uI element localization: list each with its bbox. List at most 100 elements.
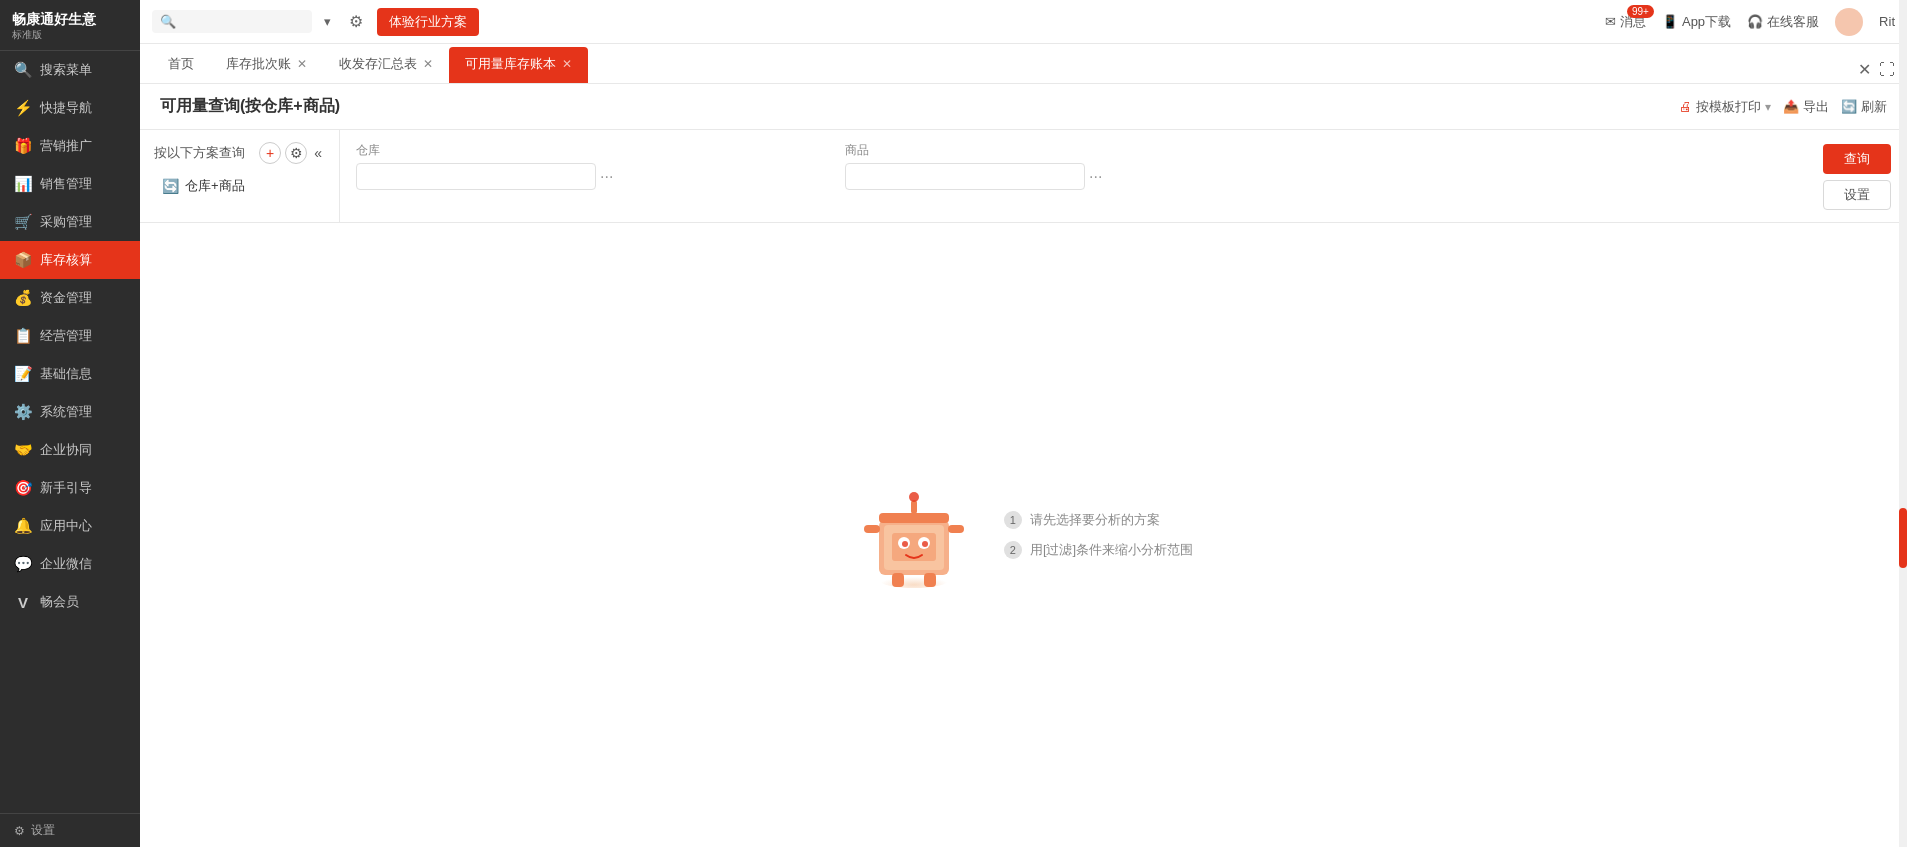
sidebar-item-sales[interactable]: 📊 销售管理 bbox=[0, 165, 140, 203]
sidebar-item-marketing[interactable]: 🎁 营销推广 bbox=[0, 127, 140, 165]
filter-scheme-header: 按以下方案查询 + ⚙ « bbox=[154, 142, 325, 164]
warehouse-input[interactable] bbox=[356, 163, 596, 190]
page-title-bar: 可用量查询(按仓库+商品) 🖨 按模板打印 ▾ 📤 导出 🔄 刷新 bbox=[140, 84, 1907, 130]
header-gear-btn[interactable]: ⚙ bbox=[343, 10, 369, 33]
page-content: 可用量查询(按仓库+商品) 🖨 按模板打印 ▾ 📤 导出 🔄 刷新 bbox=[140, 84, 1907, 847]
sidebar-item-quick-nav[interactable]: ⚡ 快捷导航 bbox=[0, 89, 140, 127]
filter-right-btns: 查询 设置 bbox=[1823, 142, 1891, 210]
export-icon: 📤 bbox=[1783, 99, 1799, 114]
sidebar-item-operation[interactable]: 📋 经营管理 bbox=[0, 317, 140, 355]
goods-filter-field: 商品 ··· bbox=[845, 142, 1318, 190]
svg-rect-3 bbox=[892, 533, 936, 561]
online-service-btn[interactable]: 🎧 在线客服 bbox=[1747, 13, 1819, 31]
sidebar-item-label: 营销推广 bbox=[40, 137, 92, 155]
sidebar-item-basic[interactable]: 📝 基础信息 bbox=[0, 355, 140, 393]
warehouse-more-btn[interactable]: ··· bbox=[600, 168, 613, 186]
goods-more-btn[interactable]: ··· bbox=[1089, 168, 1102, 186]
refresh-btn[interactable]: 🔄 刷新 bbox=[1841, 98, 1887, 116]
settings-config-btn[interactable]: 设置 bbox=[1823, 180, 1891, 210]
sidebar-item-label: 快捷导航 bbox=[40, 99, 92, 117]
empty-tip-2: 2 用[过滤]条件来缩小分析范围 bbox=[1004, 541, 1193, 559]
tab-bar: 首页 库存批次账 ✕ 收发存汇总表 ✕ 可用量库存账本 ✕ ✕ ⛶ bbox=[140, 44, 1907, 84]
right-scrollbar[interactable] bbox=[1899, 0, 1907, 847]
filter-fields-area: 仓库 ··· 商品 ··· 查询 bbox=[340, 130, 1907, 222]
page-title-actions: 🖨 按模板打印 ▾ 📤 导出 🔄 刷新 bbox=[1679, 98, 1887, 116]
empty-tip-1: 1 请先选择要分析的方案 bbox=[1004, 511, 1193, 529]
print-icon: 🖨 bbox=[1679, 99, 1692, 114]
message-badge: 99+ bbox=[1627, 5, 1654, 18]
sidebar: 畅康通好生意 标准版 🔍 搜索菜单 ⚡ 快捷导航 🎁 营销推广 📊 销售管理 🛒… bbox=[0, 0, 140, 847]
service-label: 在线客服 bbox=[1767, 13, 1819, 31]
sidebar-bottom-label: 设置 bbox=[31, 822, 55, 839]
tab-close-batch[interactable]: ✕ bbox=[297, 57, 307, 71]
tab-stock-summary[interactable]: 收发存汇总表 ✕ bbox=[323, 47, 449, 83]
add-scheme-btn[interactable]: + bbox=[259, 142, 281, 164]
close-tab-btn[interactable]: ✕ bbox=[1858, 60, 1871, 79]
print-dropdown-icon[interactable]: ▾ bbox=[1765, 100, 1771, 114]
vip-icon: V bbox=[14, 594, 32, 611]
tab-bar-right: ✕ ⛶ bbox=[1858, 60, 1895, 83]
scheme-settings-btn[interactable]: ⚙ bbox=[285, 142, 307, 164]
tab-close-available-stock[interactable]: ✕ bbox=[562, 57, 572, 71]
refresh-icon: 🔄 bbox=[1841, 99, 1857, 114]
industry-btn[interactable]: 体验行业方案 bbox=[377, 8, 479, 36]
sidebar-item-apps[interactable]: 🔔 应用中心 bbox=[0, 507, 140, 545]
app-name: 畅康通好生意 bbox=[12, 10, 128, 28]
query-btn[interactable]: 查询 bbox=[1823, 144, 1891, 174]
money-icon: 💰 bbox=[14, 289, 32, 307]
sidebar-item-enterprise[interactable]: 🤝 企业协同 bbox=[0, 431, 140, 469]
target-icon: 🎯 bbox=[14, 479, 32, 497]
sidebar-settings[interactable]: ⚙ 设置 bbox=[0, 813, 140, 847]
collapse-filter-btn[interactable]: « bbox=[311, 142, 325, 164]
tab-available-stock[interactable]: 可用量库存账本 ✕ bbox=[449, 47, 588, 83]
refresh-label: 刷新 bbox=[1861, 98, 1887, 116]
phone-icon: 📱 bbox=[1662, 14, 1678, 29]
header-dropdown-btn[interactable]: ▾ bbox=[320, 12, 335, 31]
svg-rect-11 bbox=[864, 525, 880, 533]
settings-icon: ⚙ bbox=[14, 824, 25, 838]
message-icon: ✉ bbox=[1605, 14, 1616, 29]
svg-rect-9 bbox=[911, 500, 917, 514]
sidebar-item-finance[interactable]: 💰 资金管理 bbox=[0, 279, 140, 317]
svg-rect-14 bbox=[924, 573, 936, 587]
bell-icon: 🔔 bbox=[14, 517, 32, 535]
sidebar-item-label: 销售管理 bbox=[40, 175, 92, 193]
sidebar-item-label: 系统管理 bbox=[40, 403, 92, 421]
scheme-warehouse-goods[interactable]: 🔄 仓库+商品 bbox=[154, 172, 325, 200]
sidebar-item-system[interactable]: ⚙️ 系统管理 bbox=[0, 393, 140, 431]
filter-scheme-actions: + ⚙ « bbox=[259, 142, 325, 164]
maximize-btn[interactable]: ⛶ bbox=[1879, 61, 1895, 79]
tab-home-label: 首页 bbox=[168, 55, 194, 73]
sidebar-item-member[interactable]: V 畅会员 bbox=[0, 583, 140, 621]
print-btn[interactable]: 🖨 按模板打印 ▾ bbox=[1679, 98, 1771, 116]
svg-point-7 bbox=[922, 541, 928, 547]
sidebar-item-label: 畅会员 bbox=[40, 593, 79, 611]
filter-scheme-panel: 按以下方案查询 + ⚙ « 🔄 仓库+商品 bbox=[140, 130, 340, 222]
tip-text-2: 用[过滤]条件来缩小分析范围 bbox=[1030, 541, 1193, 559]
sidebar-item-search[interactable]: 🔍 搜索菜单 bbox=[0, 51, 140, 89]
empty-state: 1 请先选择要分析的方案 2 用[过滤]条件来缩小分析范围 bbox=[140, 223, 1907, 847]
search-icon: 🔍 bbox=[160, 14, 176, 29]
page-title: 可用量查询(按仓库+商品) bbox=[160, 96, 340, 117]
app-download-btn[interactable]: 📱 App下载 bbox=[1662, 13, 1731, 31]
clipboard-icon: 📋 bbox=[14, 327, 32, 345]
tab-home[interactable]: 首页 bbox=[152, 47, 210, 83]
app-label: App下载 bbox=[1682, 13, 1731, 31]
sidebar-item-purchase[interactable]: 🛒 采购管理 bbox=[0, 203, 140, 241]
cart-icon: 🛒 bbox=[14, 213, 32, 231]
goods-input[interactable] bbox=[845, 163, 1085, 190]
message-btn[interactable]: ✉ 消息 99+ bbox=[1605, 13, 1646, 31]
sidebar-item-newbie[interactable]: 🎯 新手引导 bbox=[0, 469, 140, 507]
tab-close-stock-summary[interactable]: ✕ bbox=[423, 57, 433, 71]
username[interactable]: Rit bbox=[1879, 14, 1895, 29]
sidebar-item-wechat[interactable]: 💬 企业微信 bbox=[0, 545, 140, 583]
sidebar-item-label: 企业协同 bbox=[40, 441, 92, 459]
tab-batch-account[interactable]: 库存批次账 ✕ bbox=[210, 47, 323, 83]
app-version: 标准版 bbox=[12, 28, 128, 42]
header-search-box[interactable]: 🔍 bbox=[152, 10, 312, 33]
export-btn[interactable]: 📤 导出 bbox=[1783, 98, 1829, 116]
tip-num-2: 2 bbox=[1004, 541, 1022, 559]
sidebar-item-inventory[interactable]: 📦 库存核算 bbox=[0, 241, 140, 279]
handshake-icon: 🤝 bbox=[14, 441, 32, 459]
header-search-input[interactable] bbox=[180, 15, 304, 29]
